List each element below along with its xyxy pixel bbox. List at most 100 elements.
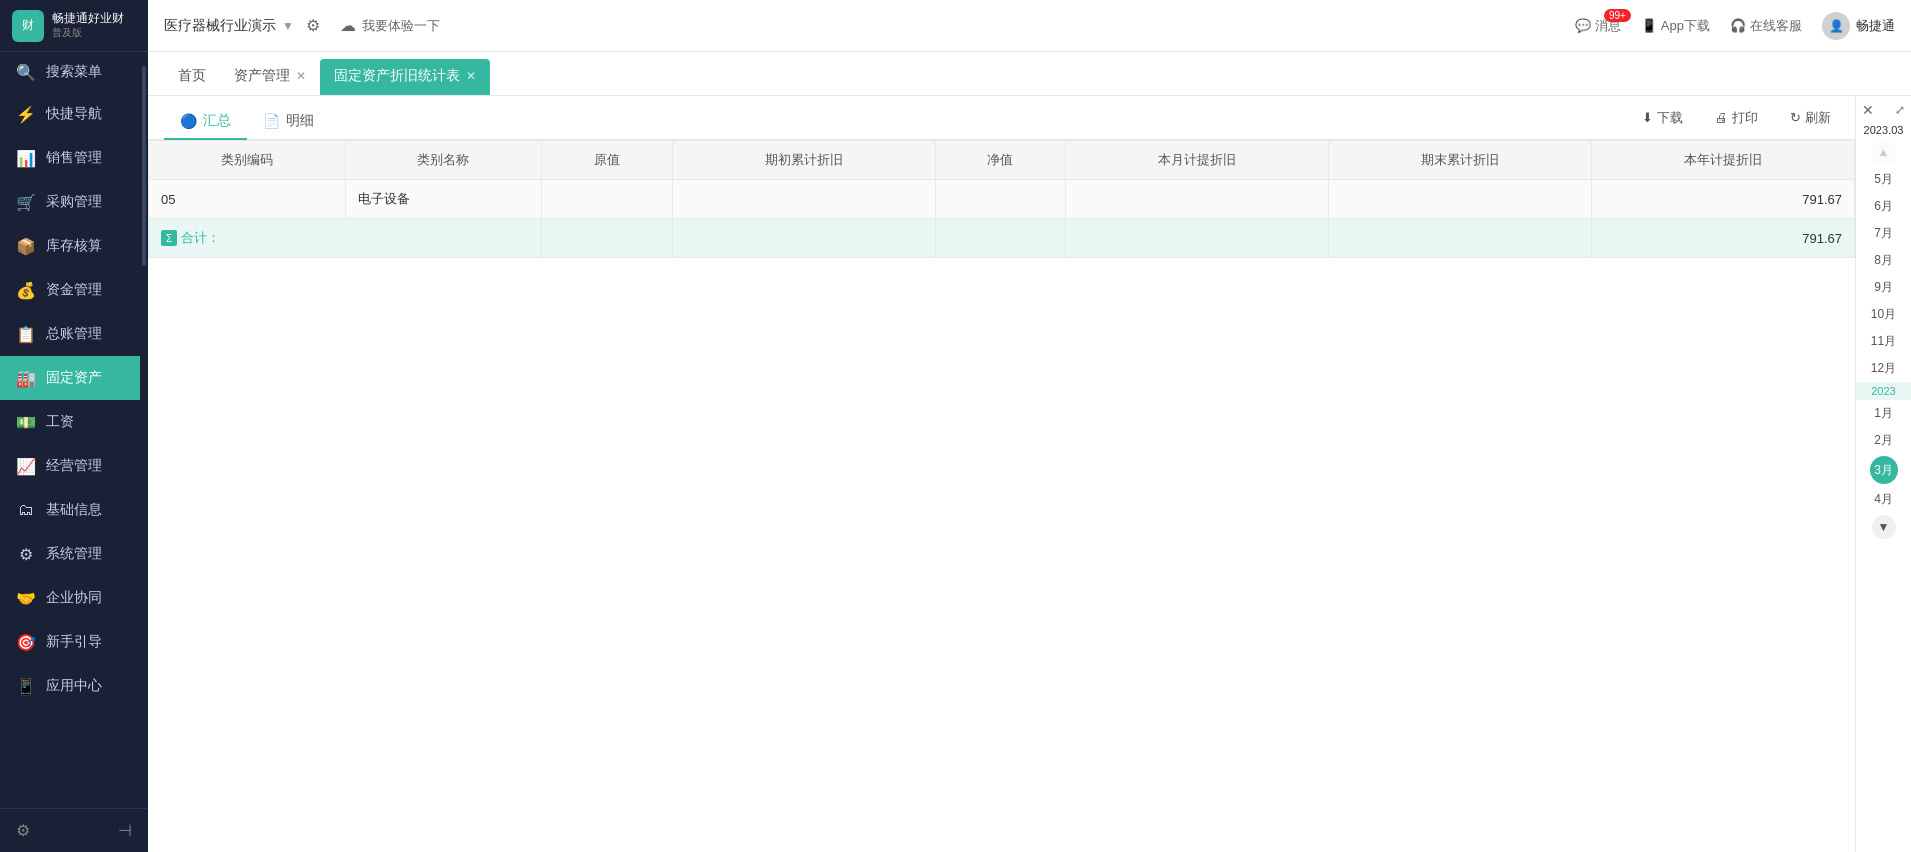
experience-button[interactable]: ☁ 我要体验一下 [340,16,440,35]
sidebar-item-ledger-label: 总账管理 [46,325,102,343]
main-content: 医疗器械行业演示 ▼ ⚙ ☁ 我要体验一下 💬 消息 99+ 📱 App下载 🎧… [148,0,1911,852]
service-icon: 🎧 [1730,18,1746,33]
sidebar-item-system[interactable]: ⚙ 系统管理 [0,532,140,576]
sidebar-nav: 🔍 搜索菜单 ⚡ 快捷导航 📊 销售管理 🛒 采购管理 📦 库存核算 💰 [0,52,140,808]
message-badge: 99+ [1604,9,1631,22]
scrollbar-thumb[interactable] [142,66,146,266]
logo-subtitle: 普及版 [52,26,124,40]
sales-icon: 📊 [16,148,36,168]
app-download-button[interactable]: 📱 App下载 [1641,17,1710,35]
date-month-1[interactable]: 1月 [1856,400,1911,427]
col-header-end-acc: 期末累计折旧 [1328,141,1591,180]
date-month-2[interactable]: 2月 [1856,427,1911,454]
sidebar-item-search[interactable]: 🔍 搜索菜单 [0,52,140,92]
date-panel: ✕ ⤢ 2023.03 ▲ 5月 6月 7月 8月 9月 10月 11月 12月… [1855,96,1911,852]
sub-tab-detail[interactable]: 📄 明细 [247,104,330,140]
subtotal-label-cell: Σ 合计： [149,219,542,258]
year-2023-badge: 2023 [1856,382,1911,400]
sidebar-item-inventory-label: 库存核算 [46,237,102,255]
date-month-12[interactable]: 12月 [1856,355,1911,382]
purchase-icon: 🛒 [16,192,36,212]
company-name: 医疗器械行业演示 [164,17,276,35]
sidebar-item-basic-info[interactable]: 🗂 基础信息 [0,488,140,532]
sidebar-footer: ⚙ ⊣ [0,808,148,852]
company-selector[interactable]: 医疗器械行业演示 ▼ [164,17,294,35]
close-panel-icon[interactable]: ✕ [1862,102,1874,118]
subtotal-end-acc [1328,219,1591,258]
expand-panel-icon[interactable]: ⤢ [1895,103,1905,117]
settings-gear-icon[interactable]: ⚙ [16,821,30,840]
tab-home-label: 首页 [178,67,206,85]
date-month-7[interactable]: 7月 [1856,220,1911,247]
date-month-4[interactable]: 4月 [1856,486,1911,513]
sidebar-item-guide[interactable]: 🎯 新手引导 [0,620,140,664]
sidebar-item-purchase[interactable]: 🛒 采购管理 [0,180,140,224]
subtotal-icon: Σ [161,230,177,246]
search-icon: 🔍 [16,62,36,82]
current-date-label: 2023.03 [1856,122,1911,138]
depreciation-table: 类别编码 类别名称 原值 期初累计折旧 净值 本月计提折旧 期末累计折旧 本年计… [148,140,1855,258]
sidebar-item-guide-label: 新手引导 [46,633,102,651]
row-name: 电子设备 [345,180,542,219]
tab-asset-management-close[interactable]: ✕ [296,70,306,82]
sidebar-item-finance[interactable]: 💰 资金管理 [0,268,140,312]
detail-icon: 📄 [263,113,280,129]
cooperation-icon: 🤝 [16,588,36,608]
data-table-container: 类别编码 类别名称 原值 期初累计折旧 净值 本月计提折旧 期末累计折旧 本年计… [148,140,1855,852]
sidebar-item-quick-nav[interactable]: ⚡ 快捷导航 [0,92,140,136]
subtotal-annual: 791.67 [1591,219,1854,258]
sidebar-item-payroll-label: 工资 [46,413,74,431]
date-month-10[interactable]: 10月 [1856,301,1911,328]
sidebar-item-ledger[interactable]: 📋 总账管理 [0,312,140,356]
sidebar-item-inventory[interactable]: 📦 库存核算 [0,224,140,268]
date-month-5[interactable]: 5月 [1856,166,1911,193]
print-button[interactable]: 🖨 打印 [1707,105,1766,131]
tab-home[interactable]: 首页 [164,59,220,95]
subtotal-row: Σ 合计： 791.67 [149,219,1855,258]
sidebar-item-payroll[interactable]: 💵 工资 [0,400,140,444]
sidebar-item-basic-info-label: 基础信息 [46,501,102,519]
tab-depreciation-report[interactable]: 固定资产折旧统计表 ✕ [320,59,490,95]
sidebar: 财 畅捷通好业财 普及版 🔍 搜索菜单 ⚡ 快捷导航 📊 销售管理 🛒 采购管理 [0,0,148,852]
company-arrow-icon: ▼ [282,19,294,33]
subtotal-original [542,219,672,258]
ledger-icon: 📋 [16,324,36,344]
logo-text: 畅捷通好业财 普及版 [52,11,124,41]
topbar-right: 💬 消息 99+ 📱 App下载 🎧 在线客服 👤 畅捷通 [1575,12,1895,40]
tab-depreciation-report-close[interactable]: ✕ [466,70,476,82]
refresh-button[interactable]: ↻ 刷新 [1782,105,1839,131]
sidebar-item-finance-label: 资金管理 [46,281,102,299]
download-icon: ⬇ [1642,110,1653,125]
date-prev-nav[interactable]: ▲ [1872,140,1896,164]
sidebar-item-sales[interactable]: 📊 销售管理 [0,136,140,180]
collapse-icon[interactable]: ⊣ [118,821,132,840]
print-label: 打印 [1732,109,1758,127]
download-button[interactable]: ⬇ 下载 [1634,105,1691,131]
online-service-button[interactable]: 🎧 在线客服 [1730,17,1802,35]
topbar: 医疗器械行业演示 ▼ ⚙ ☁ 我要体验一下 💬 消息 99+ 📱 App下载 🎧… [148,0,1911,52]
subtotal-monthly [1065,219,1328,258]
date-month-11[interactable]: 11月 [1856,328,1911,355]
app-center-icon: 📱 [16,676,36,696]
user-menu[interactable]: 👤 畅捷通 [1822,12,1895,40]
app-download-icon: 📱 [1641,18,1657,33]
logo-icon: 财 [12,10,44,42]
sidebar-item-app-center-label: 应用中心 [46,677,102,695]
tab-asset-management-label: 资产管理 [234,67,290,85]
sidebar-item-operations[interactable]: 📈 经营管理 [0,444,140,488]
sub-tab-summary[interactable]: 🔵 汇总 [164,104,247,140]
sidebar-item-app-center[interactable]: 📱 应用中心 [0,664,140,708]
sidebar-item-cooperation[interactable]: 🤝 企业协同 [0,576,140,620]
sidebar-item-fixed-assets[interactable]: 🏭 固定资产 [0,356,140,400]
date-month-9[interactable]: 9月 [1856,274,1911,301]
date-month-8[interactable]: 8月 [1856,247,1911,274]
message-button[interactable]: 💬 消息 99+ [1575,17,1621,35]
row-original-value [542,180,672,219]
content-main: 🔵 汇总 📄 明细 ⬇ 下载 🖨 打印 [148,96,1855,852]
tab-asset-management[interactable]: 资产管理 ✕ [220,59,320,95]
date-next-nav[interactable]: ▼ [1872,515,1896,539]
topbar-settings-icon[interactable]: ⚙ [306,16,320,35]
finance-icon: 💰 [16,280,36,300]
date-month-6[interactable]: 6月 [1856,193,1911,220]
date-month-3-active[interactable]: 3月 [1870,456,1898,484]
